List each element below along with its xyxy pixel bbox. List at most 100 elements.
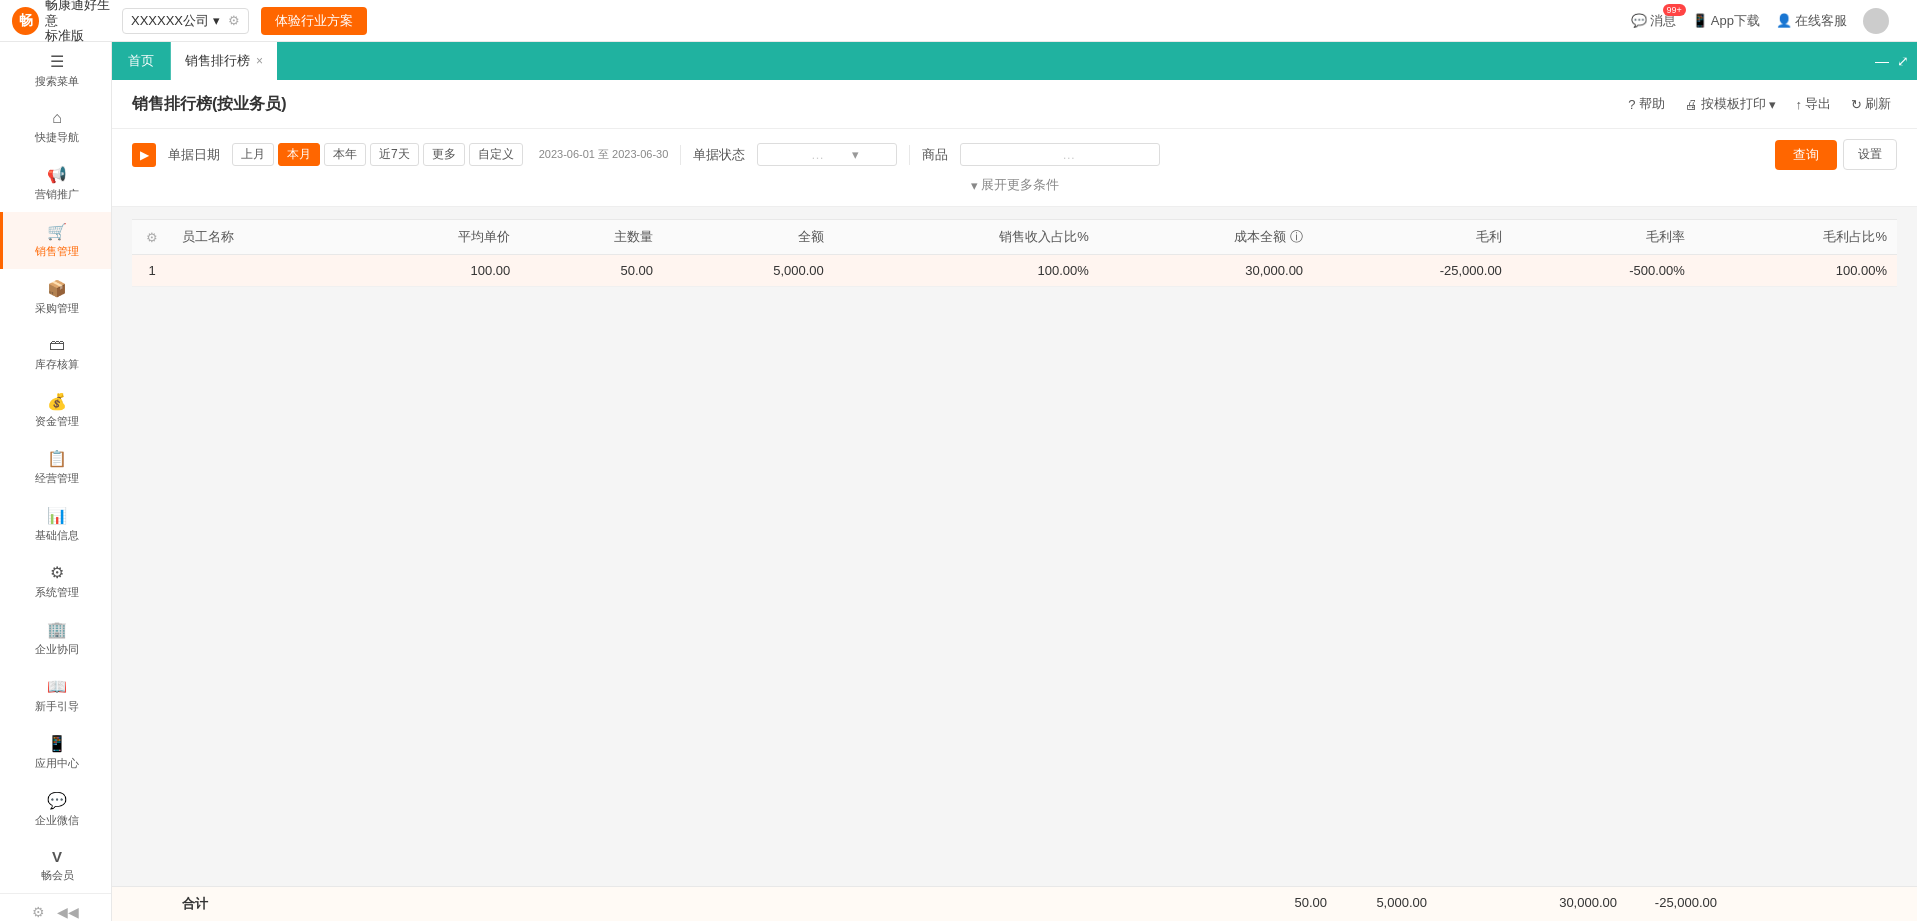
sidebar-item-finance[interactable]: 💰 资金管理 [0, 382, 111, 439]
sidebar-item-search[interactable]: ☰ 搜索菜单 [0, 42, 111, 99]
message-btn[interactable]: 💬 消息 99+ [1631, 12, 1676, 30]
date-btn-7days[interactable]: 近7天 [370, 143, 419, 166]
tab-maximize-icon[interactable]: ⤢ [1897, 53, 1909, 69]
settings-btn[interactable]: 设置 [1843, 139, 1897, 170]
clear-status-icon: … [811, 147, 848, 162]
expand-icon: ▾ [971, 178, 978, 193]
col-settings[interactable]: ⚙ [132, 220, 172, 255]
basicinfo-icon: 📊 [47, 506, 67, 525]
logo-icon: 畅 [12, 7, 39, 35]
date-label: 单据日期 [168, 146, 220, 164]
status-label: 单据状态 [693, 146, 745, 164]
finance-icon: 💰 [47, 392, 67, 411]
date-btn-this-month[interactable]: 本月 [278, 143, 320, 166]
date-btn-more[interactable]: 更多 [423, 143, 465, 166]
footer-cost-amt: 30,000.00 [1527, 895, 1627, 913]
col-gross-profit: 毛利 [1313, 220, 1512, 255]
logo-text: 畅康通好生意 标准版 [45, 0, 122, 44]
goods-input[interactable]: … [960, 143, 1160, 166]
sidebar-item-wechat[interactable]: 💬 企业微信 [0, 781, 111, 838]
logo: 畅 畅康通好生意 标准版 [12, 0, 122, 44]
sidebar-item-appcenter[interactable]: 📱 应用中心 [0, 724, 111, 781]
sidebar-item-inventory[interactable]: 🗃 库存核算 [0, 326, 111, 382]
filter-divider-2 [909, 145, 910, 165]
expand-conditions-btn[interactable]: ▾ 展开更多条件 [971, 176, 1059, 194]
sales-icon: 🛒 [47, 222, 67, 241]
download-icon: 📱 [1692, 13, 1708, 28]
refresh-btn[interactable]: ↻ 刷新 [1845, 92, 1897, 116]
page-header: 销售排行榜(按业务员) ? 帮助 🖨 按模板打印 ▾ ↑ 导出 [112, 80, 1917, 129]
col-avg-price: 平均单价 [346, 220, 520, 255]
sidebar-item-sales[interactable]: 🛒 销售管理 [0, 212, 111, 269]
column-settings-icon[interactable]: ⚙ [146, 230, 158, 245]
online-service-btn[interactable]: 👤 在线客服 [1776, 12, 1847, 30]
avatar[interactable] [1863, 8, 1889, 34]
company-selector[interactable]: XXXXXX公司 ▾ ⚙ [122, 8, 249, 34]
status-select[interactable]: … ▾ [757, 143, 897, 166]
table-row: 1 100.00 50.00 5,000.00 100.00% 30,000.0… [132, 255, 1897, 287]
tab-home[interactable]: 首页 [112, 42, 171, 80]
date-btn-custom[interactable]: 自定义 [469, 143, 523, 166]
sidebar: ☰ 搜索菜单 ⌂ 快捷导航 📢 营销推广 🛒 销售管理 📦 采购管理 🗃 库存核… [0, 42, 112, 921]
sidebar-item-basicinfo[interactable]: 📊 基础信息 [0, 496, 111, 553]
tab-close-btn[interactable]: × [256, 54, 263, 68]
tab-sales-ranking[interactable]: 销售排行榜 × [171, 42, 277, 80]
page-content: 销售排行榜(按业务员) ? 帮助 🖨 按模板打印 ▾ ↑ 导出 [112, 80, 1917, 921]
inventory-icon: 🗃 [49, 336, 65, 354]
top-bar: 畅 畅康通好生意 标准版 XXXXXX公司 ▾ ⚙ 体验行业方案 💬 消息 99… [0, 0, 1917, 42]
sidebar-item-marketing[interactable]: 📢 营销推广 [0, 155, 111, 212]
filter-area: ▶ 单据日期 上月 本月 本年 近7天 更多 自定义 2023-06-01 至 … [112, 129, 1917, 207]
filter-divider-1 [680, 145, 681, 165]
expand-row: ▾ 展开更多条件 [132, 170, 1897, 196]
sidebar-item-enterprise[interactable]: 🏢 企业协同 [0, 610, 111, 667]
filter-collapse-btn[interactable]: ▶ [132, 143, 156, 167]
sidebar-item-guide[interactable]: 📖 新手引导 [0, 667, 111, 724]
guide-icon: 📖 [47, 677, 67, 696]
sidebar-item-operations[interactable]: 📋 经营管理 [0, 439, 111, 496]
print-icon: 🖨 [1685, 97, 1698, 112]
goods-dots-icon: … [1062, 147, 1151, 162]
service-icon: 👤 [1776, 13, 1792, 28]
print-dropdown-icon: ▾ [1769, 97, 1776, 112]
experience-btn[interactable]: 体验行业方案 [261, 7, 367, 35]
query-btn[interactable]: 查询 [1775, 140, 1837, 170]
footer-total-amt: 5,000.00 [1337, 895, 1437, 913]
app-download-btn[interactable]: 📱 App下载 [1692, 12, 1760, 30]
date-btn-last-month[interactable]: 上月 [232, 143, 274, 166]
sidebar-item-system[interactable]: ⚙ 系统管理 [0, 553, 111, 610]
export-btn[interactable]: ↑ 导出 [1790, 92, 1838, 116]
col-sales-pct: 销售收入占比% [834, 220, 1099, 255]
print-btn[interactable]: 🖨 按模板打印 ▾ [1679, 92, 1782, 116]
operations-icon: 📋 [47, 449, 67, 468]
date-range: 2023-06-01 至 2023-06-30 [539, 147, 669, 162]
system-icon: ⚙ [50, 563, 64, 582]
table-wrapper: ⚙ 员工名称 平均单价 主数量 [112, 207, 1917, 886]
sidebar-item-purchase[interactable]: 📦 采购管理 [0, 269, 111, 326]
enterprise-icon: 🏢 [47, 620, 67, 639]
col-cost-amt: 成本全额 ⓘ [1099, 220, 1313, 255]
data-table: ⚙ 员工名称 平均单价 主数量 [132, 219, 1897, 287]
settings-icon[interactable]: ⚙ [228, 13, 240, 28]
sidebar-collapse-btn[interactable]: ◀◀ [57, 904, 79, 920]
cell-gross-pct: 100.00% [1695, 255, 1897, 287]
filter-row-1: ▶ 单据日期 上月 本月 本年 近7天 更多 自定义 2023-06-01 至 … [132, 139, 1897, 170]
page-actions: ? 帮助 🖨 按模板打印 ▾ ↑ 导出 ↻ 刷新 [1622, 92, 1897, 116]
sidebar-item-quicknav[interactable]: ⌂ 快捷导航 [0, 99, 111, 155]
footer-avg-price [1177, 895, 1257, 913]
goods-label: 商品 [922, 146, 948, 164]
sidebar-settings-btn[interactable]: ⚙ [32, 904, 45, 920]
wechat-icon: 💬 [47, 791, 67, 810]
help-btn[interactable]: ? 帮助 [1622, 92, 1670, 116]
chevron-icon: ▶ [140, 148, 149, 162]
sidebar-item-vip[interactable]: V 畅会员 [0, 838, 111, 893]
cell-sales-pct: 100.00% [834, 255, 1099, 287]
main-layout: ☰ 搜索菜单 ⌂ 快捷导航 📢 营销推广 🛒 销售管理 📦 采购管理 🗃 库存核… [0, 42, 1917, 921]
tab-minimize-icon[interactable]: — [1875, 53, 1889, 69]
date-btn-this-year[interactable]: 本年 [324, 143, 366, 166]
footer-sales-pct [1437, 895, 1527, 913]
cell-avg-price: 100.00 [346, 255, 520, 287]
sidebar-footer: ⚙ ◀◀ [0, 893, 111, 921]
page-title: 销售排行榜(按业务员) [132, 94, 1622, 115]
footer-cells: 合计 50.00 5,000.00 30,000.00 -25,000.00 [132, 895, 1897, 913]
col-gross-pct: 毛利占比% [1695, 220, 1897, 255]
